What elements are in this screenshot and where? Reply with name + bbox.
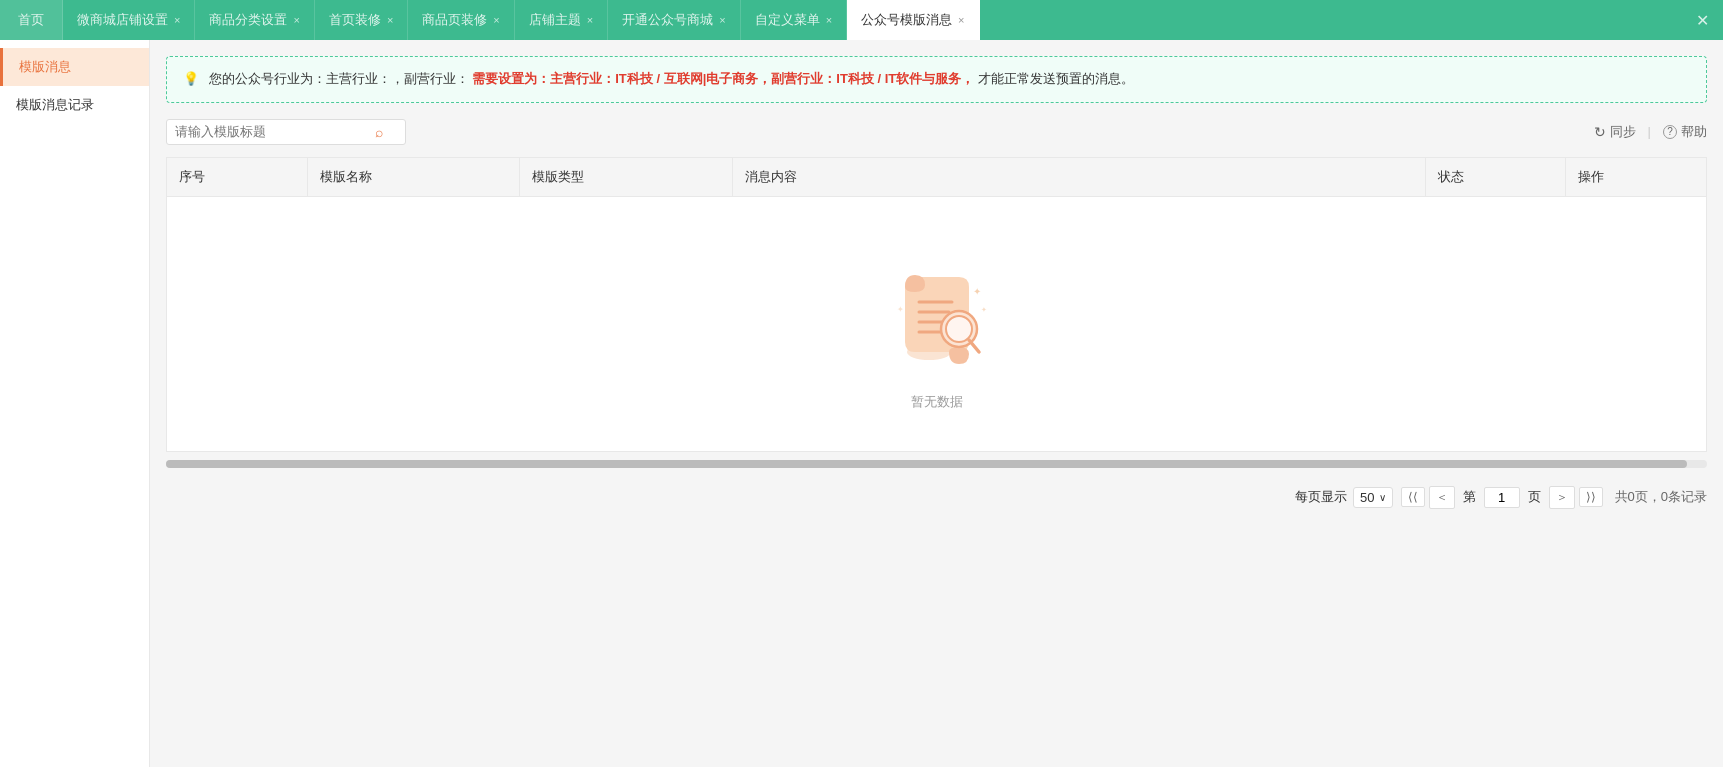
tab-label-open-mall: 开通公众号商城 bbox=[622, 11, 713, 29]
help-icon: ? bbox=[1663, 125, 1677, 139]
prev-page-button[interactable]: ＜ bbox=[1429, 486, 1455, 509]
tab-label-shop-settings: 微商城店铺设置 bbox=[77, 11, 168, 29]
tab-shop-settings[interactable]: 微商城店铺设置 × bbox=[63, 0, 195, 40]
notice-icon: 💡 bbox=[183, 71, 199, 86]
col-header-index: 序号 bbox=[167, 157, 308, 196]
page-size-label: 每页显示 bbox=[1295, 488, 1347, 506]
sync-label: 同步 bbox=[1610, 123, 1636, 141]
search-bar: ⌕ ↻ 同步 | ? 帮助 bbox=[166, 119, 1707, 145]
col-header-status: 状态 bbox=[1425, 157, 1566, 196]
sidebar: 模版消息模版消息记录 bbox=[0, 40, 150, 767]
tab-product-decoration[interactable]: 商品页装修 × bbox=[408, 0, 514, 40]
last-page-button[interactable]: ⟩⟩ bbox=[1579, 487, 1603, 507]
top-nav: 首页微商城店铺设置 ×商品分类设置 ×首页装修 ×商品页装修 ×店铺主题 ×开通… bbox=[0, 0, 1723, 40]
tab-close-product-decoration[interactable]: × bbox=[493, 15, 499, 26]
svg-text:✦: ✦ bbox=[981, 306, 987, 313]
svg-line-7 bbox=[969, 340, 979, 352]
tab-label-template-msg: 公众号模版消息 bbox=[861, 11, 952, 29]
col-header-action: 操作 bbox=[1566, 157, 1707, 196]
page-size-select: 每页显示 50 ∨ bbox=[1295, 487, 1392, 508]
col-header-name: 模版名称 bbox=[307, 157, 519, 196]
first-page-button[interactable]: ⟨⟨ bbox=[1401, 487, 1425, 507]
tab-homepage-decoration[interactable]: 首页装修 × bbox=[315, 0, 408, 40]
tab-custom-menu[interactable]: 自定义菜单 × bbox=[741, 0, 847, 40]
tab-close-template-msg[interactable]: × bbox=[958, 15, 964, 26]
tab-label-custom-menu: 自定义菜单 bbox=[755, 11, 820, 29]
search-input-wrap: ⌕ bbox=[166, 119, 406, 145]
svg-text:✦: ✦ bbox=[973, 286, 981, 297]
data-table: 序号模版名称模版类型消息内容状态操作 bbox=[166, 157, 1707, 452]
search-icon[interactable]: ⌕ bbox=[375, 124, 383, 140]
notice-highlight: 需要设置为：主营行业：IT科技 / 互联网|电子商务，副营行业：IT科技 / I… bbox=[472, 71, 974, 86]
search-actions: ↻ 同步 | ? 帮助 bbox=[1594, 123, 1707, 141]
tab-label-product-decoration: 商品页装修 bbox=[422, 11, 487, 29]
sync-icon: ↻ bbox=[1594, 124, 1606, 140]
tab-close-category-settings[interactable]: × bbox=[293, 15, 299, 26]
tab-category-settings[interactable]: 商品分类设置 × bbox=[195, 0, 314, 40]
page-size-dropdown[interactable]: 50 ∨ bbox=[1353, 487, 1392, 508]
tab-label-homepage-decoration: 首页装修 bbox=[329, 11, 381, 29]
next-page-button[interactable]: ＞ bbox=[1549, 486, 1575, 509]
help-label: 帮助 bbox=[1681, 123, 1707, 141]
tab-close-homepage-decoration[interactable]: × bbox=[387, 15, 393, 26]
tab-store-theme[interactable]: 店铺主题 × bbox=[515, 0, 608, 40]
page-unit: 页 bbox=[1528, 488, 1541, 506]
tab-label-store-theme: 店铺主题 bbox=[529, 11, 581, 29]
content-area: 💡 您的公众号行业为：主营行业：，副营行业： 需要设置为：主营行业：IT科技 /… bbox=[150, 40, 1723, 767]
empty-illustration: ✦ ✦ ✦ bbox=[877, 257, 997, 377]
pagination-nav: ⟨⟨ ＜ 第 页 ＞ ⟩⟩ 共0页，0条记录 bbox=[1401, 486, 1707, 509]
svg-text:✦: ✦ bbox=[897, 305, 904, 314]
notice-box: 💡 您的公众号行业为：主营行业：，副营行业： 需要设置为：主营行业：IT科技 /… bbox=[166, 56, 1707, 103]
table-scrollbar[interactable] bbox=[166, 460, 1707, 468]
help-button[interactable]: ? 帮助 bbox=[1663, 123, 1707, 141]
tab-close-custom-menu[interactable]: × bbox=[826, 15, 832, 26]
tab-close-store-theme[interactable]: × bbox=[587, 15, 593, 26]
divider: | bbox=[1648, 124, 1651, 139]
col-header-type: 模版类型 bbox=[520, 157, 732, 196]
tab-home[interactable]: 首页 bbox=[0, 0, 63, 40]
tab-template-msg[interactable]: 公众号模版消息 × bbox=[847, 0, 979, 40]
sync-button[interactable]: ↻ 同步 bbox=[1594, 123, 1636, 141]
page-label-di: 第 bbox=[1463, 488, 1476, 506]
main-layout: 模版消息模版消息记录 💡 您的公众号行业为：主营行业：，副营行业： 需要设置为：… bbox=[0, 40, 1723, 767]
tab-open-mall[interactable]: 开通公众号商城 × bbox=[608, 0, 740, 40]
pagination: 每页显示 50 ∨ ⟨⟨ ＜ 第 页 ＞ ⟩⟩ 共0页，0条记录 bbox=[166, 476, 1707, 513]
notice-text-suffix: 才能正常发送预置的消息。 bbox=[978, 71, 1134, 86]
notice-text-prefix: 您的公众号行业为：主营行业：，副营行业： bbox=[209, 71, 469, 86]
page-total: 共0页，0条记录 bbox=[1615, 488, 1707, 506]
empty-text: 暂无数据 bbox=[167, 393, 1706, 411]
tab-label-category-settings: 商品分类设置 bbox=[209, 11, 287, 29]
page-number-input[interactable] bbox=[1484, 487, 1520, 508]
empty-state: ✦ ✦ ✦ 暂无数据 bbox=[167, 197, 1706, 451]
chevron-down-icon: ∨ bbox=[1379, 492, 1386, 503]
col-header-content: 消息内容 bbox=[732, 157, 1425, 196]
close-all-button[interactable]: ✕ bbox=[1682, 11, 1723, 30]
page-size-value: 50 bbox=[1360, 490, 1374, 505]
sidebar-item-template-msg[interactable]: 模版消息 bbox=[0, 48, 149, 86]
tab-close-open-mall[interactable]: × bbox=[719, 15, 725, 26]
table-scrollbar-thumb[interactable] bbox=[166, 460, 1687, 468]
tab-label-home: 首页 bbox=[18, 11, 44, 29]
sidebar-item-template-msg-log[interactable]: 模版消息记录 bbox=[0, 86, 149, 124]
svg-point-6 bbox=[946, 316, 972, 342]
search-input[interactable] bbox=[175, 124, 375, 139]
tab-close-shop-settings[interactable]: × bbox=[174, 15, 180, 26]
